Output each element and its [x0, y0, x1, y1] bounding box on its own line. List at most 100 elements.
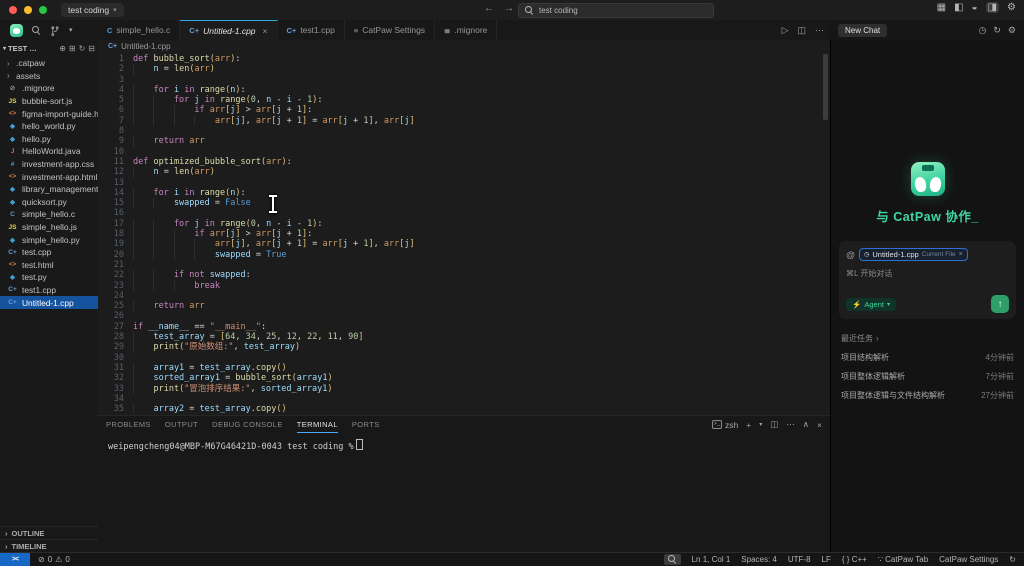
code-line-25[interactable]: 25return arr: [98, 301, 830, 311]
new-chat-button[interactable]: New Chat: [838, 24, 887, 37]
chat-reload-icon[interactable]: ↻: [993, 25, 1001, 36]
code-line-30[interactable]: 30: [98, 353, 830, 363]
chat-input-card[interactable]: @ ◷ Untitled-1.cpp Current File × ⌘L 开始对…: [839, 241, 1016, 319]
split-terminal-icon[interactable]: ◫: [770, 419, 778, 430]
explorer-section-header[interactable]: ▾ TEST … ⊕ ⊞ ↻ ⊟: [0, 40, 98, 56]
more-actions-icon[interactable]: ⋯: [815, 25, 824, 36]
code-line-21[interactable]: 21: [98, 260, 830, 270]
bell-icon[interactable]: ↻: [1009, 555, 1016, 564]
recent-task-item[interactable]: 项目整体逻辑解析7分钟前: [841, 371, 1014, 382]
code-line-6[interactable]: 6if arr[j] > arr[j + 1]:: [98, 105, 830, 115]
chat-history-icon[interactable]: ◷: [979, 25, 987, 36]
close-window-button[interactable]: [9, 6, 17, 14]
command-center-search[interactable]: test coding: [518, 3, 714, 18]
send-button[interactable]: ↑: [991, 295, 1009, 313]
code-line-7[interactable]: 7arr[j], arr[j + 1] = arr[j + 1], arr[j]: [98, 116, 830, 126]
close-tab-icon[interactable]: ×: [263, 26, 268, 36]
catpaw-explorer-icon[interactable]: [10, 24, 23, 37]
code-line-13[interactable]: 13: [98, 178, 830, 188]
toggle-primary-sidebar-icon[interactable]: ◧: [954, 2, 963, 13]
file-item-bubble-sort.js[interactable]: JSbubble-sort.js: [0, 95, 98, 108]
code-line-27[interactable]: 27if __name__ == "__main__":: [98, 322, 830, 332]
code-line-33[interactable]: 33print("冒泡排序结果:", sorted_array1): [98, 384, 830, 394]
file-item-test.cpp[interactable]: C+test.cpp: [0, 246, 98, 259]
code-line-29[interactable]: 29print("原始数组:", test_array): [98, 342, 830, 352]
file-item-HelloWorld.java[interactable]: JHelloWorld.java: [0, 145, 98, 158]
panel-more-icon[interactable]: ⋯: [786, 419, 795, 430]
file-item-.mignore[interactable]: ⊘.mignore: [0, 82, 98, 95]
code-line-1[interactable]: 1def bubble_sort(arr):: [98, 54, 830, 64]
close-panel-icon[interactable]: ×: [817, 420, 822, 430]
forward-button[interactable]: →: [504, 3, 514, 14]
workspace-menu[interactable]: test coding ▾: [61, 3, 124, 17]
code-line-8[interactable]: 8: [98, 126, 830, 136]
panel-tab-terminal[interactable]: TERMINAL: [297, 416, 338, 433]
file-item-simple_hello.c[interactable]: Csimple_hello.c: [0, 208, 98, 221]
search-view-icon[interactable]: [32, 26, 41, 35]
file-item-test.html[interactable]: <>test.html: [0, 259, 98, 272]
chevron-down-icon[interactable]: ▾: [69, 26, 73, 34]
editor-scrollbar[interactable]: [823, 54, 828, 120]
code-line-11[interactable]: 11def optimized_bubble_sort(arr):: [98, 157, 830, 167]
indentation-indicator[interactable]: Spaces: 4: [741, 555, 777, 564]
code-line-14[interactable]: 14for i in range(n):: [98, 188, 830, 198]
minimize-window-button[interactable]: [24, 6, 32, 14]
code-line-16[interactable]: 16: [98, 208, 830, 218]
new-terminal-icon[interactable]: +: [746, 420, 751, 430]
recent-task-item[interactable]: 项目结构解析4分钟前: [841, 352, 1014, 363]
customize-layout-icon[interactable]: ▦: [937, 2, 946, 13]
tab-.mignore[interactable]: ≣.mignore: [435, 20, 497, 40]
code-line-32[interactable]: 32sorted_array1 = bubble_sort(array1): [98, 373, 830, 383]
timeline-section[interactable]: › TIMELINE: [0, 539, 98, 552]
zoom-indicator[interactable]: [664, 554, 681, 565]
tab-simple_hello.c[interactable]: Csimple_hello.c: [98, 20, 180, 40]
language-mode[interactable]: { } C++: [842, 555, 867, 564]
split-editor-icon[interactable]: ◫: [797, 25, 806, 36]
code-line-10[interactable]: 10: [98, 147, 830, 157]
code-line-34[interactable]: 34: [98, 394, 830, 404]
code-line-31[interactable]: 31array1 = test_array.copy(): [98, 363, 830, 373]
refresh-explorer-icon[interactable]: ↻: [79, 44, 86, 53]
code-line-35[interactable]: 35array2 = test_array.copy(): [98, 404, 830, 414]
toggle-secondary-sidebar-icon[interactable]: ◨: [986, 2, 999, 13]
panel-tab-debug-console[interactable]: DEBUG CONSOLE: [212, 416, 283, 432]
chip-close-icon[interactable]: ×: [959, 251, 963, 258]
zoom-window-button[interactable]: [39, 6, 47, 14]
tab-test1.cpp[interactable]: C+test1.cpp: [278, 20, 345, 40]
mention-icon[interactable]: @: [846, 250, 855, 260]
agent-mode-selector[interactable]: ⚡ Agent ▾: [846, 298, 896, 311]
current-file-chip[interactable]: ◷ Untitled-1.cpp Current File ×: [859, 248, 968, 261]
back-button[interactable]: ←: [484, 3, 494, 14]
code-editor[interactable]: C+ Untitled-1.cpp 1def bubble_sort(arr):…: [98, 40, 830, 415]
code-line-24[interactable]: 24: [98, 291, 830, 301]
file-item-assets[interactable]: ›assets: [0, 70, 98, 83]
catpaw-settings-item[interactable]: CatPaw Settings: [939, 555, 998, 564]
panel-tab-output[interactable]: OUTPUT: [165, 416, 198, 432]
file-item-investment-app.css[interactable]: #investment-app.css: [0, 158, 98, 171]
collapse-all-icon[interactable]: ⊟: [88, 44, 95, 53]
code-line-20[interactable]: 20swapped = True: [98, 250, 830, 260]
file-item-test1.cpp[interactable]: C+test1.cpp: [0, 284, 98, 297]
code-line-23[interactable]: 23break: [98, 281, 830, 291]
encoding-indicator[interactable]: UTF-8: [788, 555, 811, 564]
file-item-figma-import-guide.h…[interactable]: <>figma-import-guide.h…: [0, 107, 98, 120]
catpaw-tab-toggle[interactable]: ∵ CatPaw Tab: [878, 555, 928, 564]
tab-CatPaw Settings[interactable]: ≡CatPaw Settings: [345, 20, 435, 40]
new-file-icon[interactable]: ⊕: [59, 44, 66, 53]
code-line-18[interactable]: 18if arr[j] > arr[j + 1]:: [98, 229, 830, 239]
chat-settings-gear-icon[interactable]: ⚙: [1008, 25, 1016, 36]
file-item-Untitled-1.cpp[interactable]: C+Untitled-1.cpp: [0, 296, 98, 309]
panel-tab-problems[interactable]: PROBLEMS: [106, 416, 151, 432]
file-item-test.py[interactable]: ◆test.py: [0, 271, 98, 284]
code-line-4[interactable]: 4for i in range(n):: [98, 85, 830, 95]
file-item-quicksort.py[interactable]: ◆quicksort.py: [0, 196, 98, 209]
terminal-output[interactable]: weipengcheng04@MBP-M67G46421D-0043 test …: [98, 433, 830, 452]
file-item-investment-app.html[interactable]: <>investment-app.html: [0, 170, 98, 183]
tab-Untitled-1.cpp[interactable]: C+Untitled-1.cpp×: [180, 20, 277, 40]
code-line-22[interactable]: 22if not swapped:: [98, 270, 830, 280]
file-item-simple_hello.py[interactable]: ◆simple_hello.py: [0, 233, 98, 246]
file-item-hello_world.py[interactable]: ◆hello_world.py: [0, 120, 98, 133]
breadcrumb[interactable]: C+ Untitled-1.cpp: [98, 40, 830, 52]
shell-indicator[interactable]: >_ zsh: [712, 420, 739, 430]
panel-tab-ports[interactable]: PORTS: [352, 416, 380, 432]
